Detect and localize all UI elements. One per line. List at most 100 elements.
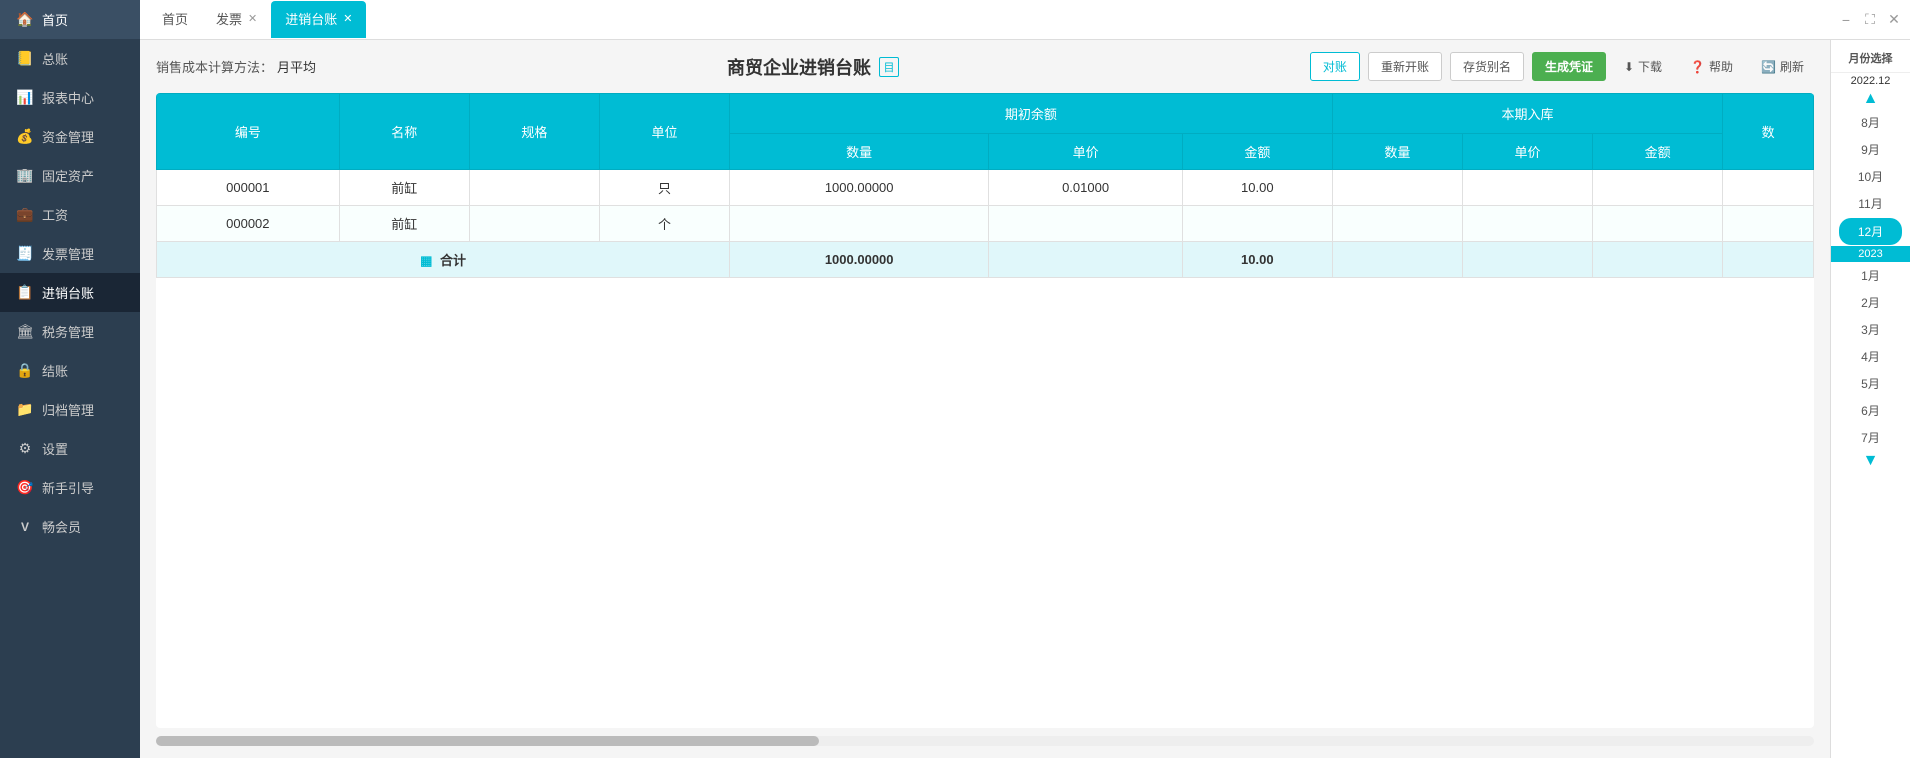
- sidebar-item-assets[interactable]: 🏢 固定资产: [0, 156, 140, 195]
- month-item-10[interactable]: 10月: [1831, 163, 1910, 190]
- month-item-5[interactable]: 5月: [1831, 370, 1910, 397]
- download-icon: ⬇: [1624, 60, 1634, 74]
- col-unit: 单位: [599, 94, 729, 170]
- sidebar-item-settings[interactable]: ⚙ 设置: [0, 429, 140, 468]
- total-trailing: [1723, 242, 1814, 278]
- tab-inventory[interactable]: 进销台账 ✕: [271, 1, 366, 38]
- col-current-in-group: 本期入库: [1332, 94, 1722, 134]
- close-period-icon: 🔒: [16, 362, 34, 380]
- cost-method: 销售成本计算方法： 月平均: [156, 57, 316, 76]
- month-item-3[interactable]: 3月: [1831, 316, 1910, 343]
- cell-spec-1: [469, 170, 599, 206]
- month-scroll-down-button[interactable]: ▼: [1861, 451, 1881, 471]
- cell-opening-qty-1: 1000.00000: [730, 170, 989, 206]
- page-title: 商贸企业进销台账: [727, 54, 871, 80]
- page-main: 销售成本计算方法： 月平均 商贸企业进销台账 目 对账 重新开账 存货别名 生成…: [140, 40, 1830, 758]
- help-button[interactable]: ❓ 帮助: [1680, 53, 1743, 80]
- cell-name-2: 前缸: [339, 206, 469, 242]
- generate-voucher-button[interactable]: 生成凭证: [1532, 52, 1606, 81]
- tax-icon: 🏛: [16, 323, 34, 341]
- total-opening-amount: 10.00: [1182, 242, 1332, 278]
- month-item-11[interactable]: 11月: [1831, 190, 1910, 217]
- scrollbar-thumb[interactable]: [156, 736, 819, 746]
- sidebar-item-member[interactable]: V 畅会员: [0, 507, 140, 546]
- col-in-amount: 金额: [1593, 134, 1723, 170]
- total-label-cell: ▦ 合计: [157, 242, 730, 278]
- total-opening-price: [989, 242, 1183, 278]
- cell-in-qty-1: [1332, 170, 1462, 206]
- ledger-icon: 📒: [16, 50, 34, 68]
- sidebar-item-close[interactable]: 🔒 结账: [0, 351, 140, 390]
- page-info-icon[interactable]: 目: [879, 57, 899, 77]
- tab-invoice[interactable]: 发票 ✕: [202, 1, 271, 38]
- col-opening-price: 单价: [989, 134, 1183, 170]
- col-opening-qty: 数量: [730, 134, 989, 170]
- month-item-2[interactable]: 2月: [1831, 289, 1910, 316]
- window-minimize-button[interactable]: −: [1838, 12, 1854, 28]
- total-icon: ▦: [420, 253, 432, 268]
- sidebar-item-salary[interactable]: 💼 工资: [0, 195, 140, 234]
- invoice-mgmt-icon: 🧾: [16, 245, 34, 263]
- cell-in-amount-1: [1593, 170, 1723, 206]
- assets-icon: 🏢: [16, 167, 34, 185]
- save-alias-button[interactable]: 存货别名: [1450, 52, 1524, 81]
- cell-unit-2: 个: [599, 206, 729, 242]
- month-item-8[interactable]: 8月: [1831, 109, 1910, 136]
- reconcile-button[interactable]: 对账: [1310, 52, 1360, 81]
- inventory-table: 编号 名称 规格 单位 期初余额 本期入库 数 数量 单价 金额 数: [156, 93, 1814, 278]
- cell-code-1: 000001: [157, 170, 340, 206]
- cell-opening-price-2: [989, 206, 1183, 242]
- horizontal-scrollbar[interactable]: [156, 736, 1814, 746]
- cell-opening-price-1: 0.01000: [989, 170, 1183, 206]
- inventory-icon: 📋: [16, 284, 34, 302]
- year-2022-label: 2022.12: [1831, 73, 1910, 89]
- sidebar-item-guide[interactable]: 🎯 新手引导: [0, 468, 140, 507]
- total-row: ▦ 合计 1000.00000 10.00: [157, 242, 1814, 278]
- sidebar-item-invoice-mgmt[interactable]: 🧾 发票管理: [0, 234, 140, 273]
- month-item-4[interactable]: 4月: [1831, 343, 1910, 370]
- main-area: 首页 发票 ✕ 进销台账 ✕ − ⛶ ✕ 销售成本计算方法： 月平均: [140, 0, 1910, 758]
- month-item-6[interactable]: 6月: [1831, 397, 1910, 424]
- tab-home[interactable]: 首页: [148, 1, 202, 38]
- sidebar-item-inventory[interactable]: 📋 进销台账: [0, 273, 140, 312]
- window-maximize-button[interactable]: ⛶: [1862, 12, 1878, 28]
- window-close-button[interactable]: ✕: [1886, 12, 1902, 28]
- table-row[interactable]: 000002 前缸 个: [157, 206, 1814, 242]
- sidebar-item-tax[interactable]: 🏛 税务管理: [0, 312, 140, 351]
- cell-in-price-2: [1462, 206, 1592, 242]
- cost-method-value: 月平均: [277, 57, 316, 76]
- inventory-table-container: 编号 名称 规格 单位 期初余额 本期入库 数 数量 单价 金额 数: [156, 93, 1814, 728]
- month-item-7[interactable]: 7月: [1831, 424, 1910, 451]
- cell-spec-2: [469, 206, 599, 242]
- sidebar-item-home[interactable]: 🏠 首页: [0, 0, 140, 39]
- refresh-icon: 🔄: [1761, 60, 1776, 74]
- cell-trailing-1: [1723, 170, 1814, 206]
- sidebar-item-reports[interactable]: 📊 报表中心: [0, 78, 140, 117]
- tab-inventory-close[interactable]: ✕: [343, 12, 352, 25]
- download-button[interactable]: ⬇ 下载: [1614, 53, 1672, 80]
- content-area: 销售成本计算方法： 月平均 商贸企业进销台账 目 对账 重新开账 存货别名 生成…: [140, 40, 1910, 758]
- month-item-12[interactable]: 12月: [1839, 218, 1902, 245]
- window-controls: − ⛶ ✕: [1838, 12, 1902, 28]
- refresh-button[interactable]: 🔄 刷新: [1751, 53, 1814, 80]
- sidebar-item-funds[interactable]: 💰 资金管理: [0, 117, 140, 156]
- reopen-button[interactable]: 重新开账: [1368, 52, 1442, 81]
- month-item-9[interactable]: 9月: [1831, 136, 1910, 163]
- cell-in-price-1: [1462, 170, 1592, 206]
- member-icon: V: [16, 518, 34, 536]
- cell-name-1: 前缸: [339, 170, 469, 206]
- tab-invoice-close[interactable]: ✕: [248, 12, 257, 25]
- sidebar-item-archive[interactable]: 📁 归档管理: [0, 390, 140, 429]
- col-code: 编号: [157, 94, 340, 170]
- cost-method-label: 销售成本计算方法：: [156, 57, 273, 76]
- month-scroll-up-button[interactable]: ▲: [1861, 89, 1881, 109]
- month-item-1[interactable]: 1月: [1831, 262, 1910, 289]
- table-row[interactable]: 000001 前缸 只 1000.00000 0.01000 10.00: [157, 170, 1814, 206]
- col-trailing: 数: [1723, 94, 1814, 170]
- month-panel: 月份选择 2022.12 ▲ 8月 9月 10月 11月 12月 2023 1月…: [1830, 40, 1910, 758]
- sidebar-item-ledger[interactable]: 📒 总账: [0, 39, 140, 78]
- year-2023-marker: 2023: [1831, 246, 1910, 262]
- cell-code-2: 000002: [157, 206, 340, 242]
- month-panel-title: 月份选择: [1831, 44, 1910, 73]
- col-spec: 规格: [469, 94, 599, 170]
